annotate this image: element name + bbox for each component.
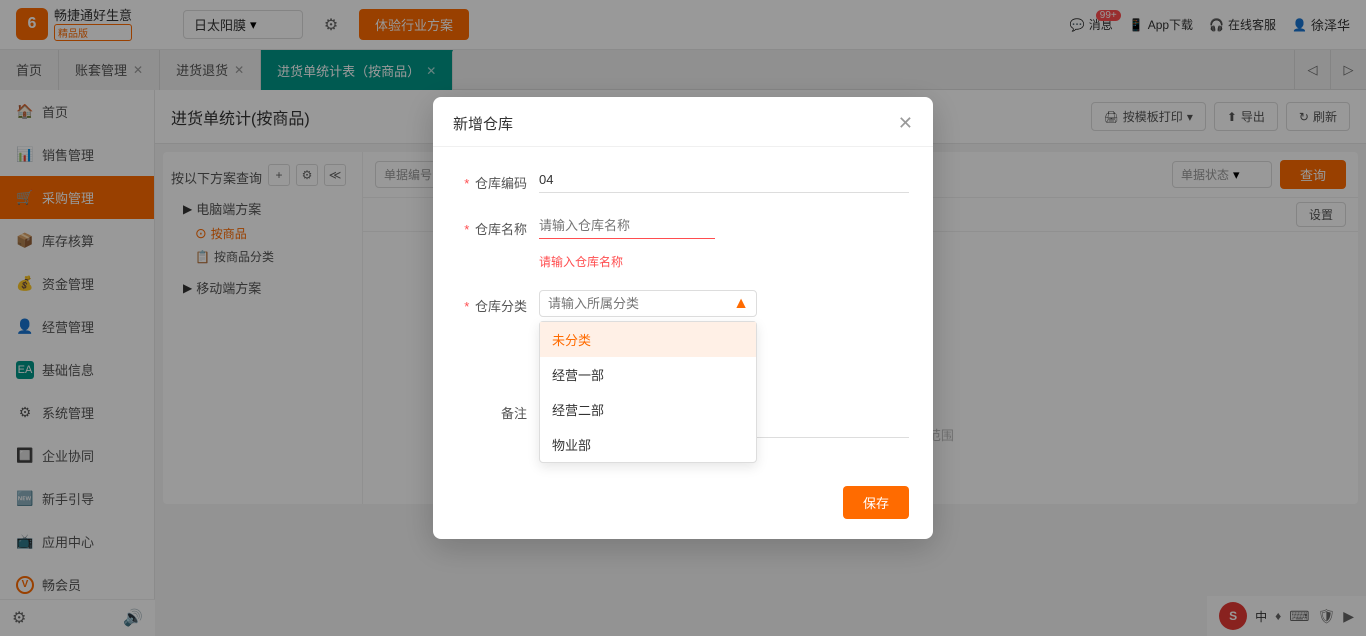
name-field-row: * 仓库名称 请输入仓库名称 (457, 213, 909, 270)
dropdown-item-dept1[interactable]: 经营一部 (540, 357, 756, 392)
dropdown-item-dept2[interactable]: 经营二部 (540, 392, 756, 427)
name-field-inner: * 仓库名称 (457, 213, 715, 239)
code-label: * 仓库编码 (457, 167, 527, 192)
required-marker2: * (464, 222, 469, 237)
code-input[interactable] (539, 167, 909, 193)
name-input[interactable] (539, 213, 715, 239)
category-field-row: * 仓库分类 ▲ 未分类 经营一部 经营二部 物业部 (457, 290, 909, 317)
modal-footer: 保存 (433, 486, 933, 519)
category-toggle-icon[interactable]: ▲ (733, 295, 749, 313)
required-marker3: * (464, 299, 469, 314)
category-field-inner: * 仓库分类 ▲ 未分类 经营一部 经营二部 物业部 (457, 290, 757, 317)
name-error-msg: 请输入仓库名称 (539, 255, 623, 269)
note-label: 备注 (457, 397, 527, 422)
save-button[interactable]: 保存 (843, 486, 909, 519)
category-label: * 仓库分类 (457, 290, 527, 315)
dropdown-item-unclassified[interactable]: 未分类 (540, 322, 756, 357)
modal-body: * 仓库编码 * 仓库名称 请输入仓库名称 (433, 147, 933, 478)
new-warehouse-modal: 新增仓库 ✕ * 仓库编码 * 仓库名称 (433, 97, 933, 539)
modal-header: 新增仓库 ✕ (433, 97, 933, 147)
modal-title: 新增仓库 (453, 113, 513, 134)
modal-close-button[interactable]: ✕ (898, 113, 913, 134)
category-input-wrap: ▲ 未分类 经营一部 经营二部 物业部 (539, 290, 757, 317)
dropdown-item-dept3[interactable]: 物业部 (540, 427, 756, 462)
category-dropdown: 未分类 经营一部 经营二部 物业部 (539, 321, 757, 463)
name-label: * 仓库名称 (457, 213, 527, 238)
category-input[interactable] (539, 290, 757, 317)
required-marker: * (464, 176, 469, 191)
modal-backdrop: 新增仓库 ✕ * 仓库编码 * 仓库名称 (0, 0, 1366, 636)
name-error-area: 请输入仓库名称 (539, 253, 623, 270)
code-field-row: * 仓库编码 (457, 167, 909, 193)
